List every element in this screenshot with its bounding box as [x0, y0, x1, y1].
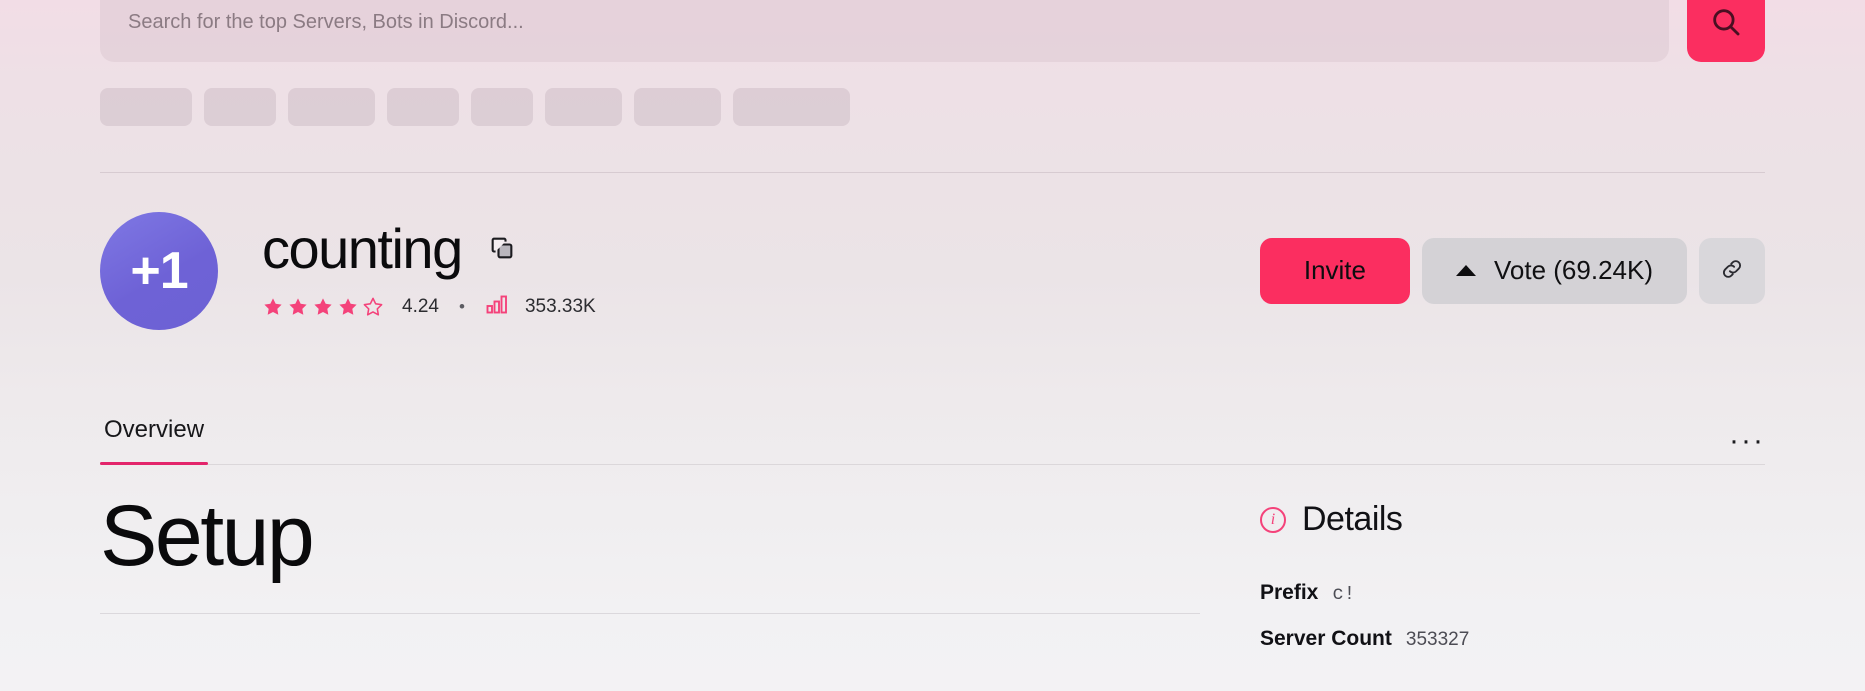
share-link-button[interactable]	[1699, 237, 1765, 304]
bot-stats: 4.24 • 353.33K	[262, 293, 596, 321]
detail-value: c!	[1332, 583, 1356, 605]
star-filled-icon	[339, 298, 357, 315]
rating-stars	[262, 296, 384, 318]
skeleton-pill	[471, 88, 533, 126]
star-outline-icon	[363, 297, 383, 316]
header-divider	[100, 172, 1765, 173]
avatar-label: +1	[130, 241, 188, 300]
search-bar	[100, 0, 1765, 62]
bot-name: counting	[262, 217, 463, 281]
skeleton-pill	[545, 88, 622, 126]
main-column: Setup	[100, 490, 1200, 691]
details-panel: i Details Prefix c! Server Count 353327	[1260, 490, 1765, 691]
info-circle-icon: i	[1260, 506, 1286, 533]
details-header: i Details	[1260, 500, 1765, 539]
detail-label: Server Count	[1260, 627, 1392, 650]
skeleton-pill	[387, 88, 459, 126]
rating-value: 4.24	[402, 295, 439, 317]
category-skeleton-list	[100, 88, 850, 126]
bar-chart-icon	[485, 293, 509, 321]
search-input[interactable]	[126, 9, 1643, 35]
stat-separator: •	[458, 296, 465, 316]
bot-header: +1 counting 4.24 • 353.33K Invite Vote (…	[100, 208, 1765, 333]
header-actions: Invite Vote (69.24K)	[1259, 237, 1765, 304]
vote-button[interactable]: Vote (69.24K)	[1422, 237, 1687, 304]
tab-bar: Overview ···	[100, 400, 1765, 465]
invite-button[interactable]: Invite	[1259, 237, 1410, 304]
star-filled-icon	[264, 298, 282, 315]
detail-value: 353327	[1405, 629, 1470, 650]
link-icon	[1719, 256, 1745, 285]
tab-overview[interactable]: Overview	[100, 416, 209, 465]
bot-meta: counting 4.24 • 353.33K	[262, 217, 596, 321]
search-icon	[1709, 5, 1743, 39]
page-title: Setup	[100, 488, 315, 584]
more-options-button[interactable]: ···	[1729, 426, 1765, 464]
copy-button[interactable]	[484, 230, 520, 269]
bot-title-row: counting	[262, 217, 596, 281]
detail-row-server-count: Server Count 353327	[1260, 627, 1765, 651]
section-divider	[100, 612, 1200, 614]
skeleton-pill	[288, 88, 375, 126]
skeleton-pill	[100, 88, 192, 126]
page-root: +1 counting	[0, 0, 1865, 691]
search-button[interactable]	[1687, 0, 1765, 62]
skeleton-pill	[634, 88, 721, 126]
avatar: +1	[100, 211, 218, 330]
detail-row-prefix: Prefix c!	[1260, 581, 1765, 605]
skeleton-pill	[733, 88, 850, 126]
caret-up-icon	[1456, 265, 1476, 276]
server-count-value: 353.33K	[524, 295, 596, 317]
star-filled-icon	[314, 298, 332, 315]
vote-button-label: Vote (69.24K)	[1494, 255, 1653, 285]
search-input-container[interactable]	[100, 0, 1669, 62]
star-filled-icon	[289, 298, 307, 315]
page-content: Setup i Details Prefix c! Server Count 3…	[100, 490, 1765, 691]
skeleton-pill	[204, 88, 276, 126]
details-title: Details	[1302, 500, 1403, 538]
detail-label: Prefix	[1260, 581, 1319, 604]
copy-icon	[488, 234, 516, 265]
